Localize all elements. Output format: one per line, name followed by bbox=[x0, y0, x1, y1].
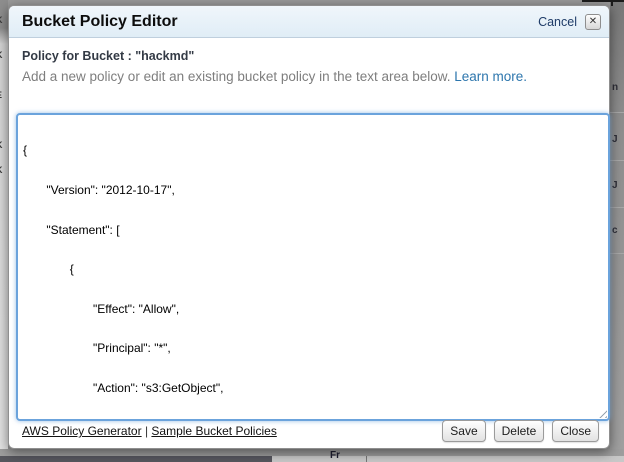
backdrop-light-band bbox=[272, 456, 624, 462]
bg-text-fragment: K bbox=[0, 50, 3, 60]
policy-line: "Effect": "Allow", bbox=[23, 303, 603, 316]
bg-text-fragment: K bbox=[0, 140, 3, 150]
policy-line: "Principal": "*", bbox=[23, 342, 603, 355]
policy-line: "Action": "s3:GetObject", bbox=[23, 382, 603, 395]
cancel-link[interactable]: Cancel bbox=[538, 15, 577, 29]
sample-bucket-policies-link[interactable]: Sample Bucket Policies bbox=[151, 424, 276, 438]
learn-more-link[interactable]: Learn more. bbox=[454, 69, 527, 84]
dialog-description: Add a new policy or edit an existing buc… bbox=[22, 69, 527, 84]
bg-row-line bbox=[610, 112, 624, 113]
dialog-close-icon-button[interactable]: ✕ bbox=[585, 14, 601, 30]
backdrop-line bbox=[611, 0, 613, 6]
bg-row-line bbox=[610, 160, 624, 161]
bg-text-fragment: c bbox=[612, 225, 618, 236]
backdrop-divider-line bbox=[366, 456, 367, 462]
policy-line: "Version": "2012-10-17", bbox=[23, 184, 603, 197]
bg-text-fragment: K bbox=[0, 15, 3, 25]
close-button[interactable]: Close bbox=[552, 420, 599, 442]
delete-button[interactable]: Delete bbox=[494, 420, 545, 442]
aws-policy-generator-link[interactable]: AWS Policy Generator bbox=[22, 424, 142, 438]
policy-line: { bbox=[23, 263, 603, 276]
bg-text-fragment: n bbox=[612, 82, 618, 93]
dialog-header: Bucket Policy Editor Cancel ✕ bbox=[9, 6, 609, 38]
backdrop-bottom-strip: Fr bbox=[0, 449, 624, 462]
backdrop-right-strip: n J J c bbox=[610, 0, 624, 449]
bucket-name-heading: Policy for Bucket : "hackmd" bbox=[22, 49, 194, 63]
backdrop-left-strip: K K E K K bbox=[0, 0, 8, 449]
footer-links: AWS Policy Generator | Sample Bucket Pol… bbox=[22, 424, 277, 438]
resize-handle[interactable] bbox=[596, 407, 607, 418]
policy-line: { bbox=[23, 144, 603, 157]
link-separator: | bbox=[145, 424, 148, 438]
backdrop-line bbox=[582, 0, 624, 2]
bg-row-line bbox=[610, 253, 624, 254]
description-text: Add a new policy or edit an existing buc… bbox=[22, 69, 454, 84]
policy-textarea[interactable]: { "Version": "2012-10-17", "Statement": … bbox=[16, 113, 610, 421]
bg-text-fragment: Fr bbox=[330, 450, 340, 461]
close-icon: ✕ bbox=[589, 16, 597, 27]
bg-text-fragment: K bbox=[0, 165, 3, 175]
bg-text-fragment: J bbox=[612, 134, 618, 145]
footer-buttons: Save Delete Close bbox=[442, 420, 599, 442]
bucket-policy-editor-dialog: Bucket Policy Editor Cancel ✕ Policy for… bbox=[8, 5, 610, 449]
backdrop-dark-band bbox=[0, 456, 272, 462]
save-button[interactable]: Save bbox=[442, 420, 485, 442]
policy-line: "Statement": [ bbox=[23, 224, 603, 237]
dialog-title: Bucket Policy Editor bbox=[22, 13, 538, 31]
bg-row-line bbox=[610, 207, 624, 208]
bg-text-fragment: E bbox=[0, 90, 2, 100]
bg-text-fragment: J bbox=[612, 180, 618, 191]
